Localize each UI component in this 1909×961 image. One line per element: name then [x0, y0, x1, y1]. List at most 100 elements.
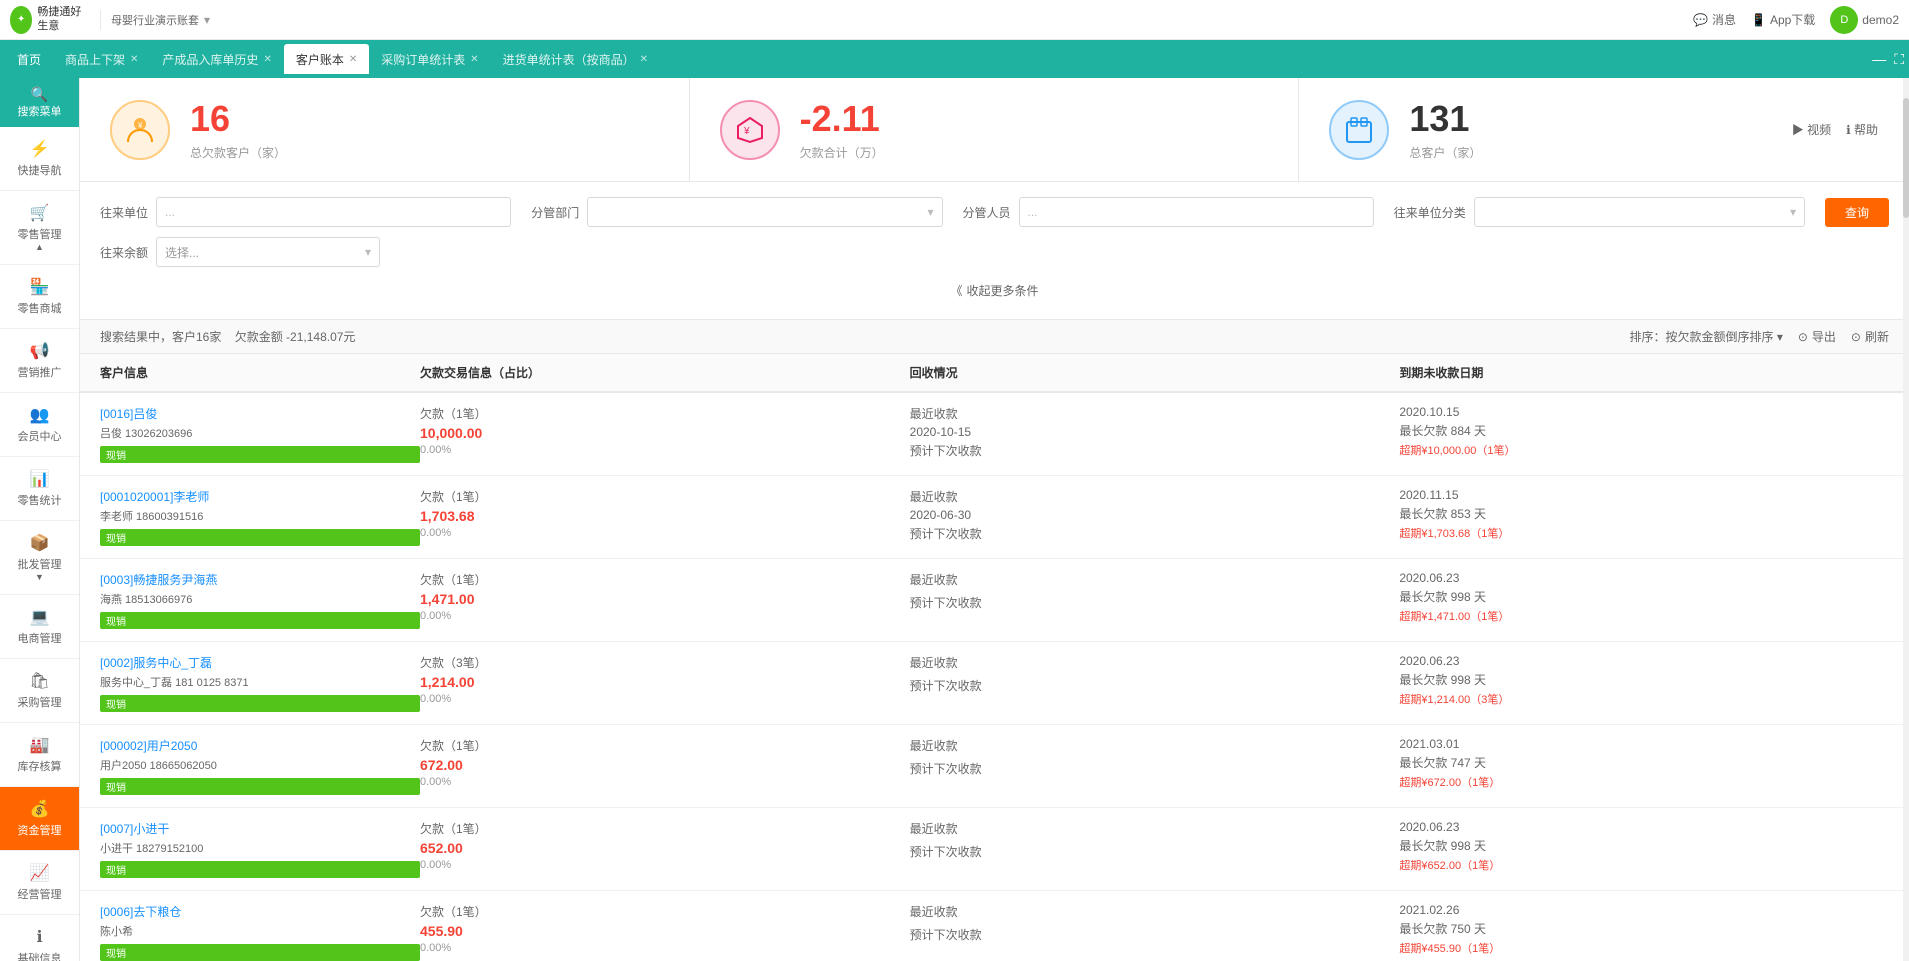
- dropdown-icon[interactable]: ▾: [204, 13, 210, 27]
- top-bar: ✦ 畅捷通好生意 母婴行业演示账套 ▾ 💬 消息 📱 App下载 D demo2: [0, 0, 1909, 40]
- dept-input[interactable]: ▾: [587, 197, 942, 227]
- tab-production[interactable]: 产成品入库单历史 ✕: [150, 44, 283, 74]
- filter-row-1: 往来单位 ... 分管部门 ▾ 分管人员 ...: [100, 197, 1889, 227]
- results-summary: 搜索结果中，客户16家 欠款金额 -21,148.07元: [100, 328, 355, 345]
- customer-name-link-0[interactable]: [0016]吕俊: [100, 405, 420, 422]
- sidebar-search[interactable]: 🔍 搜索菜单: [0, 78, 79, 127]
- balance-label: 往来余额: [100, 244, 148, 261]
- export-icon: ⊙: [1798, 330, 1808, 344]
- tab-purchase-order[interactable]: 采购订单统计表 ✕: [369, 44, 490, 74]
- message-icon: 💬: [1693, 13, 1708, 27]
- supplier-input[interactable]: ...: [156, 197, 511, 227]
- scrollbar-thumb[interactable]: [1903, 98, 1909, 218]
- overdue-link-1[interactable]: 超期¥1,703.68（1笔）: [1399, 525, 1889, 541]
- category-label: 往来单位分类: [1394, 204, 1466, 221]
- total-customers-value: 131: [1409, 98, 1481, 140]
- dept-label: 分管部门: [531, 204, 579, 221]
- customer-info-1: [0001020001]李老师 李老师 18600391516 现销: [100, 488, 420, 546]
- customer-name-link-6[interactable]: [0006]去下粮仓: [100, 903, 420, 920]
- overdue-link-2[interactable]: 超期¥1,471.00（1笔）: [1399, 608, 1889, 624]
- col-overdue: 到期未收款日期: [1399, 364, 1889, 381]
- export-btn[interactable]: ⊙ 导出: [1798, 328, 1836, 345]
- sidebar-item-member[interactable]: 👥 会员中心: [0, 393, 79, 457]
- tab-import-stats[interactable]: 进货单统计表（按商品） ✕: [491, 44, 660, 74]
- message-btn[interactable]: 💬 消息: [1693, 11, 1736, 28]
- results-actions: 排序：按欠款金额倒序排序 ▾ ⊙ 导出 ⊙ 刷新: [1629, 328, 1889, 345]
- category-input[interactable]: ▾: [1474, 197, 1805, 227]
- sort-dropdown-icon[interactable]: ▾: [1777, 330, 1783, 344]
- customer-name-link-5[interactable]: [0007]小进干: [100, 820, 420, 837]
- app-download-btn[interactable]: 📱 App下载: [1751, 11, 1815, 28]
- recovery-info-2: 最近收款 预计下次收款: [910, 571, 1400, 629]
- debt-info-3: 欠款（3笔） 1,214.00 0.00%: [420, 654, 910, 712]
- customer-name-link-2[interactable]: [0003]畅捷服务尹海燕: [100, 571, 420, 588]
- help-btn[interactable]: ℹ 帮助: [1846, 121, 1878, 138]
- query-button[interactable]: 查询: [1825, 198, 1889, 227]
- debt-info-5: 欠款（1笔） 652.00 0.00%: [420, 820, 910, 878]
- logo-area: ✦ 畅捷通好生意: [10, 6, 90, 34]
- sidebar-item-marketing[interactable]: 📢 营销推广: [0, 329, 79, 393]
- sidebar-item-basic-info[interactable]: ℹ 基础信息: [0, 915, 79, 961]
- sidebar-item-retail-mgmt[interactable]: 🛒 零售管理 ▲: [0, 191, 79, 265]
- refresh-btn[interactable]: ⊙ 刷新: [1851, 328, 1889, 345]
- table-row: [0006]去下粮仓 陈小希 现销 欠款（1笔） 455.90 0.00% 最近…: [80, 891, 1909, 961]
- total-customers-icon: [1329, 100, 1389, 160]
- table-row: [0016]吕俊 吕俊 13026203696 现销 欠款（1笔） 10,000…: [80, 393, 1909, 476]
- tabs-actions: — ⛶: [1872, 51, 1904, 68]
- video-btn[interactable]: ▶ 视频: [1792, 121, 1831, 138]
- overdue-link-4[interactable]: 超期¥672.00（1笔）: [1399, 774, 1889, 790]
- customer-name-link-1[interactable]: [0001020001]李老师: [100, 488, 420, 505]
- batch-arrow-icon: ▼: [35, 572, 44, 582]
- debt-info-0: 欠款（1笔） 10,000.00 0.00%: [420, 405, 910, 463]
- sidebar-item-batch-mgmt[interactable]: 📦 批发管理 ▼: [0, 521, 79, 595]
- sidebar-item-finance[interactable]: 💰 资金管理: [0, 787, 79, 851]
- recovery-info-4: 最近收款 预计下次收款: [910, 737, 1400, 795]
- refresh-icon: ⊙: [1851, 330, 1861, 344]
- customer-name-link-4[interactable]: [000002]用户2050: [100, 737, 420, 754]
- tab-home[interactable]: 首页: [5, 44, 53, 74]
- help-icon: ℹ: [1846, 123, 1851, 137]
- debt-customers-value: 16: [190, 98, 286, 140]
- tab-close-purchase[interactable]: ✕: [470, 54, 478, 65]
- tab-close-import[interactable]: ✕: [640, 54, 648, 65]
- sidebar-item-operations[interactable]: 📈 经营管理: [0, 851, 79, 915]
- overdue-info-0: 2020.10.15 最长欠款 884 天 超期¥10,000.00（1笔）: [1399, 405, 1889, 463]
- recovery-info-6: 最近收款 预计下次收款: [910, 903, 1400, 961]
- debt-amount-value: -2.11: [800, 98, 884, 140]
- sidebar-item-retail-mall[interactable]: 🏪 零售商城: [0, 265, 79, 329]
- tab-close-products[interactable]: ✕: [130, 54, 138, 65]
- overdue-link-0[interactable]: 超期¥10,000.00（1笔）: [1399, 442, 1889, 458]
- customer-name-link-3[interactable]: [0002]服务中心_丁磊: [100, 654, 420, 671]
- tab-close-customer[interactable]: ✕: [349, 54, 357, 65]
- svg-text:¥: ¥: [137, 121, 143, 130]
- tab-customer-account[interactable]: 客户账本 ✕: [284, 44, 369, 74]
- tab-close-production[interactable]: ✕: [263, 54, 271, 65]
- tabs-maximize-icon[interactable]: ⛶: [1894, 51, 1904, 68]
- sidebar-item-quick-nav[interactable]: ⚡ 快捷导航: [0, 127, 79, 191]
- sidebar-item-ecommerce[interactable]: 💻 电商管理: [0, 595, 79, 659]
- collapse-icon: 《: [950, 282, 962, 299]
- scrollbar-track: [1903, 78, 1909, 961]
- balance-select[interactable]: 选择... ▾: [156, 237, 380, 267]
- customer-contact-4: 用户2050 18665062050: [100, 757, 420, 773]
- col-debt-info: 欠款交易信息（占比）: [420, 364, 910, 381]
- tab-products[interactable]: 商品上下架 ✕: [53, 44, 150, 74]
- overdue-link-5[interactable]: 超期¥652.00（1笔）: [1399, 857, 1889, 873]
- sidebar-item-retail-stats[interactable]: 📊 零售统计: [0, 457, 79, 521]
- overdue-info-4: 2021.03.01 最长欠款 747 天 超期¥672.00（1笔）: [1399, 737, 1889, 795]
- overdue-link-3[interactable]: 超期¥1,214.00（3笔）: [1399, 691, 1889, 707]
- tabs-minimize-icon[interactable]: —: [1872, 51, 1886, 68]
- stat-debt-amount: ¥ -2.11 欠款合计（万）: [690, 78, 1300, 181]
- overdue-info-5: 2020.06.23 最长欠款 998 天 超期¥652.00（1笔）: [1399, 820, 1889, 878]
- overdue-link-6[interactable]: 超期¥455.90（1笔）: [1399, 940, 1889, 956]
- manager-input[interactable]: ...: [1019, 197, 1374, 227]
- sidebar-item-purchase[interactable]: 🛍 采购管理: [0, 659, 79, 723]
- filter-balance: 往来余额 选择... ▾: [100, 237, 380, 267]
- customer-info-0: [0016]吕俊 吕俊 13026203696 现销: [100, 405, 420, 463]
- top-right: 💬 消息 📱 App下载 D demo2: [1693, 6, 1899, 34]
- stat-total-customers: 131 总客户（家） ▶ 视频 ℹ 帮助: [1299, 78, 1909, 181]
- user-avatar[interactable]: D demo2: [1830, 6, 1899, 34]
- sidebar-item-inventory[interactable]: 🏭 库存核算: [0, 723, 79, 787]
- quick-nav-icon: ⚡: [30, 139, 50, 159]
- collapse-btn[interactable]: 《 收起更多条件: [100, 277, 1889, 304]
